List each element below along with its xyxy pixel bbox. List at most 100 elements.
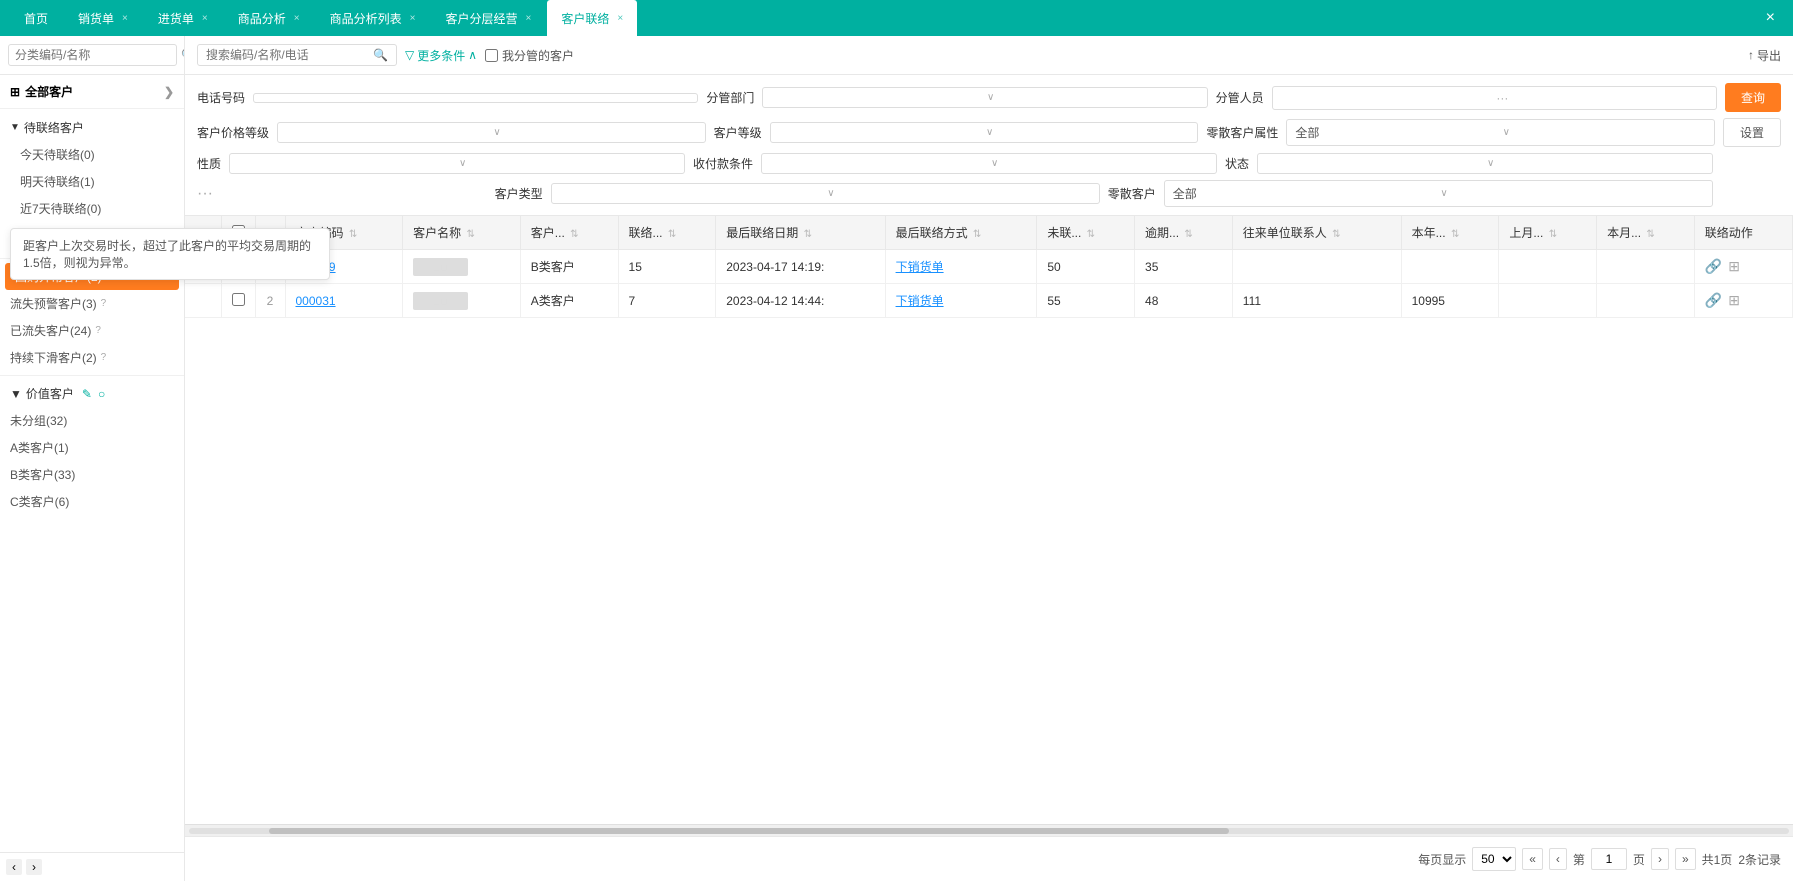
sidebar-item-class-b[interactable]: B类客户(33) (0, 461, 184, 488)
retail-attr-field[interactable]: 全部 ∨ (1286, 119, 1715, 146)
col-unit-contacts-sort-icon[interactable]: ⇅ (1332, 229, 1340, 240)
value-customers-header[interactable]: ▼ 价值客户 ✎ ○ (0, 380, 184, 407)
gender-field[interactable]: ∨ (229, 153, 685, 174)
filter-search-box[interactable]: 🔍 (197, 44, 397, 66)
row2-checkbox[interactable] (232, 293, 245, 306)
more-conditions-btn[interactable]: ▽ 更多条件 ∧ (405, 47, 477, 64)
col-code-sort-icon[interactable]: ⇅ (349, 229, 357, 240)
sidebar-all-customers[interactable]: ⊞ 全部客户 ❯ (0, 75, 184, 109)
close-sales-icon[interactable]: × (122, 13, 128, 24)
scroll-track[interactable] (189, 828, 1789, 834)
row2-code-link[interactable]: 000031 (296, 294, 336, 308)
col-unit-contacts[interactable]: 往来单位联系人 ⇅ (1232, 216, 1401, 250)
scroll-thumb[interactable] (269, 828, 1229, 834)
nav-tab-sales[interactable]: 销货单 × (64, 0, 142, 36)
col-overdue[interactable]: 逾期... ⇅ (1135, 216, 1233, 250)
row2-link-icon[interactable]: 🔗 (1705, 292, 1722, 309)
row2-code[interactable]: 000031 (285, 284, 403, 318)
row1-grid-icon[interactable]: ⊞ (1728, 258, 1740, 275)
manager-field[interactable]: ··· (1272, 86, 1717, 110)
close-goods-analysis-list-icon[interactable]: × (410, 13, 416, 24)
filter-search-icon[interactable]: 🔍 (373, 48, 388, 62)
sidebar-item-tomorrow[interactable]: 明天待联络(1) (0, 168, 184, 195)
row1-link-icon[interactable]: 🔗 (1705, 258, 1722, 275)
row2-grid-icon[interactable]: ⊞ (1728, 292, 1740, 309)
value-add-icon[interactable]: ○ (98, 387, 105, 401)
sidebar-item-today[interactable]: 今天待联络(0) (0, 141, 184, 168)
sidebar-item-class-a[interactable]: A类客户(1) (0, 434, 184, 461)
customer-type-field[interactable]: ∨ (551, 183, 1100, 204)
close-customer-tier-icon[interactable]: × (525, 13, 531, 24)
col-last-contact-date[interactable]: 最后联络日期 ⇅ (716, 216, 885, 250)
manager-dots[interactable]: ··· (1496, 91, 1708, 105)
col-name-sort-icon[interactable]: ⇅ (467, 229, 475, 240)
first-page-btn[interactable]: « (1522, 848, 1543, 870)
sidebar-item-7days[interactable]: 近7天待联络(0) (0, 195, 184, 222)
price-level-field[interactable]: ∨ (277, 122, 706, 143)
close-goods-analysis-icon[interactable]: × (294, 13, 300, 24)
query-button[interactable]: 查询 (1725, 83, 1781, 112)
last-page-btn[interactable]: » (1675, 848, 1696, 870)
horizontal-scrollbar[interactable] (185, 824, 1793, 836)
col-last-contact-date-sort-icon[interactable]: ⇅ (804, 229, 812, 240)
col-last-contact-method[interactable]: 最后联络方式 ⇅ (885, 216, 1037, 250)
phone-field[interactable] (253, 93, 698, 103)
col-category[interactable]: 客户... ⇅ (520, 216, 618, 250)
retail-customer-field[interactable]: 全部 ∨ (1164, 180, 1713, 207)
col-last-contact-method-sort-icon[interactable]: ⇅ (973, 229, 981, 240)
nav-tab-goods-analysis[interactable]: 商品分析 × (224, 0, 314, 36)
nav-tab-purchase[interactable]: 进货单 × (144, 0, 222, 36)
row2-contact-method-link[interactable]: 下销货单 (896, 294, 944, 308)
close-purchase-icon[interactable]: × (202, 13, 208, 24)
row2-last-contact-method[interactable]: 下销货单 (885, 284, 1037, 318)
sidebar-item-ungrouped[interactable]: 未分组(32) (0, 407, 184, 434)
nav-tab-goods-analysis-list[interactable]: 商品分析列表 × (316, 0, 430, 36)
col-this-year[interactable]: 本年... ⇅ (1401, 216, 1499, 250)
sidebar-search-input[interactable] (8, 44, 177, 66)
sidebar-item-holding-down[interactable]: 持续下滑客户(2) ? (0, 344, 184, 371)
col-last-month-sort-icon[interactable]: ⇅ (1549, 229, 1557, 240)
sidebar-collapse-icon[interactable]: ❯ (164, 85, 174, 99)
col-this-month[interactable]: 本月... ⇅ (1597, 216, 1695, 250)
dept-field[interactable]: ∨ (762, 87, 1207, 108)
col-name[interactable]: 客户名称 ⇅ (403, 216, 521, 250)
settings-button[interactable]: 设置 (1723, 118, 1781, 147)
sidebar-item-already-lost[interactable]: 已流失客户(24) ? (0, 317, 184, 344)
filter-dots-label[interactable]: ··· (197, 185, 213, 203)
filter-search-input[interactable] (206, 48, 369, 62)
pending-group-title[interactable]: ▼ 待联络客户 (0, 114, 184, 141)
col-uncontacted-sort-icon[interactable]: ⇅ (1087, 229, 1095, 240)
customer-level-field[interactable]: ∨ (770, 122, 1199, 143)
export-button[interactable]: ↑ 导出 (1748, 47, 1781, 64)
close-customer-contact-icon[interactable]: × (617, 13, 623, 24)
row1-contact-method-link[interactable]: 下销货单 (896, 260, 944, 274)
page-input[interactable] (1591, 848, 1627, 870)
nav-tab-customer-tier[interactable]: 客户分层经营 × (431, 0, 545, 36)
col-category-sort-icon[interactable]: ⇅ (570, 229, 578, 240)
col-this-year-sort-icon[interactable]: ⇅ (1451, 229, 1459, 240)
app-close-button[interactable]: × (1758, 9, 1783, 27)
row2-checkbox-cell[interactable] (221, 284, 255, 318)
col-uncontacted[interactable]: 未联... ⇅ (1037, 216, 1135, 250)
sidebar-item-class-c[interactable]: C类客户(6) (0, 488, 184, 515)
sidebar-item-lost-preview[interactable]: 流失预警客户(3) ? (0, 290, 184, 317)
row1-last-contact-method[interactable]: 下销货单 (885, 250, 1037, 284)
already-lost-help-icon[interactable]: ? (95, 325, 101, 336)
nav-tab-home[interactable]: 首页 (10, 0, 62, 36)
sidebar-bottom-arrow-right[interactable]: › (26, 859, 42, 875)
my-customers-checkbox-area[interactable]: 我分管的客户 (485, 47, 574, 64)
prev-page-btn[interactable]: ‹ (1549, 848, 1567, 870)
payment-field[interactable]: ∨ (761, 153, 1217, 174)
my-customers-checkbox[interactable] (485, 49, 498, 62)
value-edit-icon[interactable]: ✎ (82, 387, 92, 401)
col-contact-count[interactable]: 联络... ⇅ (618, 216, 716, 250)
holding-down-help-icon[interactable]: ? (101, 352, 107, 363)
status-field[interactable]: ∨ (1257, 153, 1713, 174)
nav-tab-customer-contact[interactable]: 客户联络 × (547, 0, 637, 36)
per-page-select[interactable]: 50 (1472, 847, 1516, 871)
sidebar-bottom-arrow-left[interactable]: ‹ (6, 859, 22, 875)
col-last-month[interactable]: 上月... ⇅ (1499, 216, 1597, 250)
col-contact-count-sort-icon[interactable]: ⇅ (668, 229, 676, 240)
lost-preview-help-icon[interactable]: ? (101, 298, 107, 309)
next-page-btn[interactable]: › (1651, 848, 1669, 870)
